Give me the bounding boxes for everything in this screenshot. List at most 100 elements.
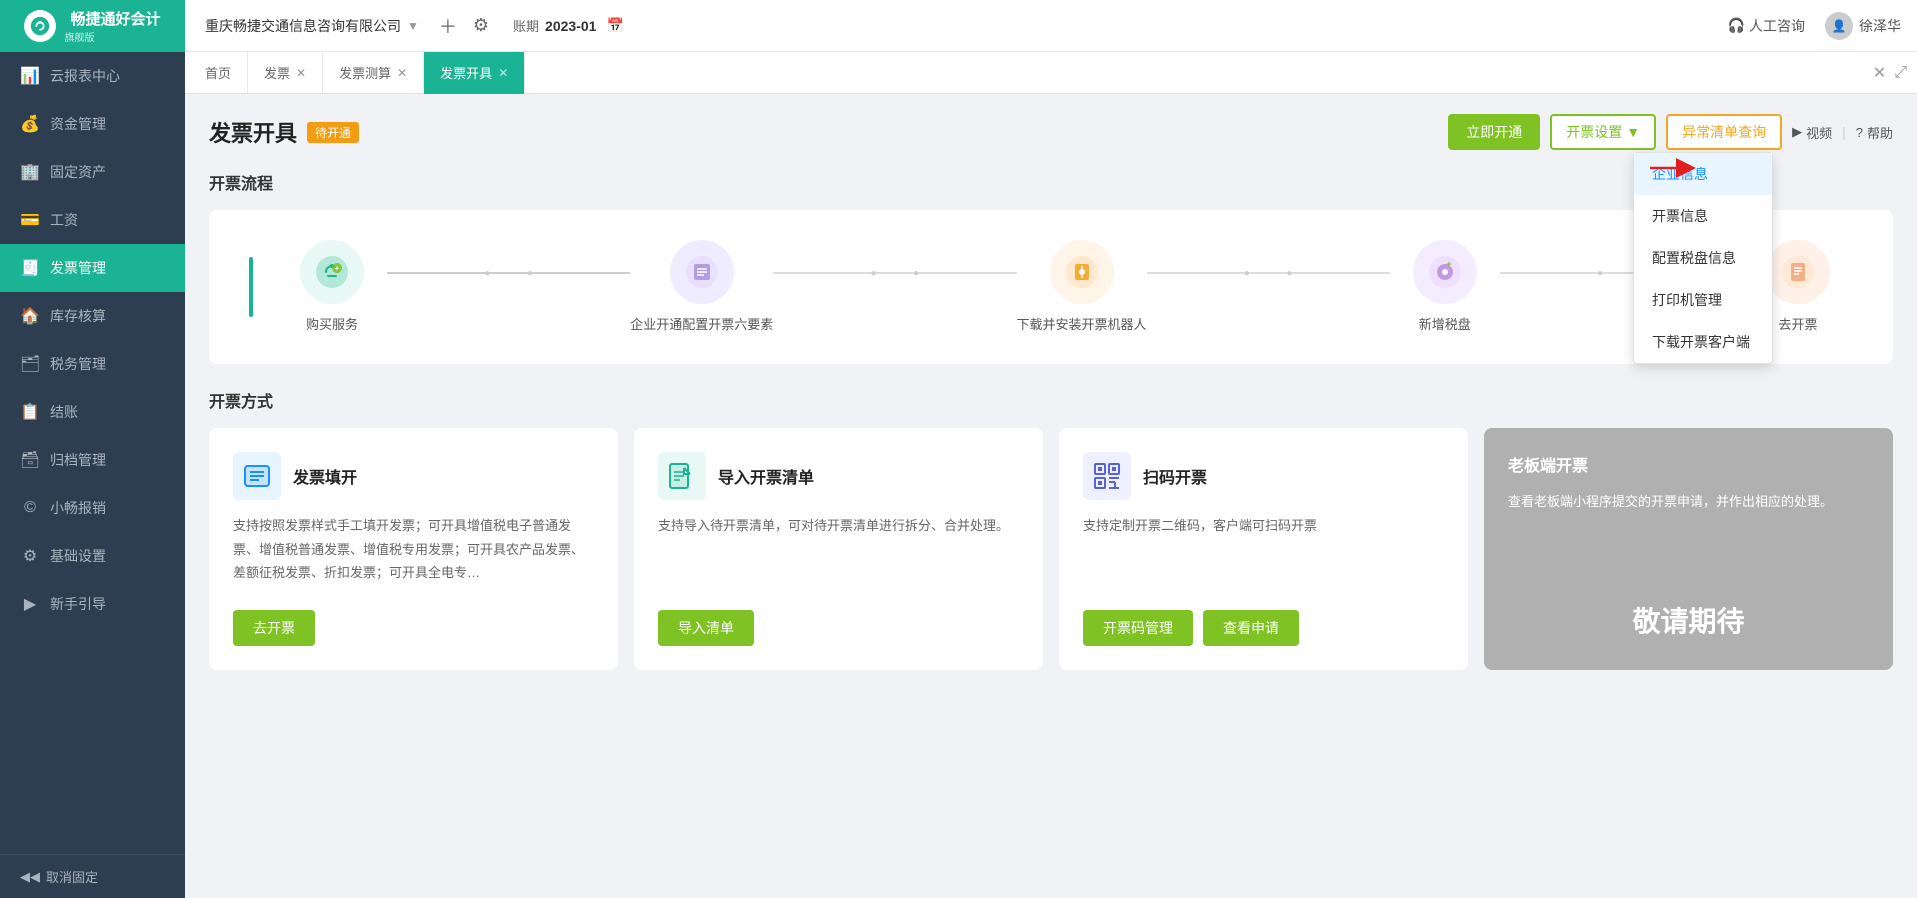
abnormal-list-button[interactable]: 异常清单查询 <box>1666 114 1782 150</box>
cancel-pin-button[interactable]: ◀◀ 取消固定 <box>0 854 185 898</box>
method-cards: 发票填开 支持按照发票样式手工填开发票；可开具增值税电子普通发票、增值税普通发票… <box>209 428 1893 670</box>
method-card-boss: 老板端开票 查看老板端小程序提交的开票申请，并作出相应的处理。 敬请期待 <box>1484 428 1893 670</box>
add-icon[interactable]: ＋ <box>439 13 457 39</box>
scan-card-title: 扫码开票 <box>1143 464 1207 488</box>
dropdown-item-invoice-info[interactable]: 开票信息 <box>1634 195 1772 237</box>
content-area: 首页 发票 ✕ 发票测算 ✕ 发票开具 ✕ ✕ ⤢ <box>185 52 1917 898</box>
status-badge: 待开通 <box>307 122 359 143</box>
question-icon: ? <box>1856 125 1863 140</box>
tab-invoice-close[interactable]: ✕ <box>296 66 306 80</box>
consult-button[interactable]: 🎧 人工咨询 <box>1728 16 1805 36</box>
cancel-label: 取消固定 <box>46 867 98 886</box>
fund-icon: 💰 <box>20 114 40 134</box>
sidebar-item-fund[interactable]: 💰 资金管理 <box>0 100 185 148</box>
fill-card-desc: 支持按照发票样式手工填开发票；可开具增值税电子普通发票、增值税普通发票、增值税专… <box>233 514 594 594</box>
method-card-scan: 扫码开票 支持定制开票二维码，客户端可扫码开票 开票码管理 查看申请 <box>1059 428 1468 670</box>
sidebar-item-payroll[interactable]: 💳 工资 <box>0 196 185 244</box>
open-now-button[interactable]: 立即开通 <box>1448 114 1540 150</box>
sidebar-item-tax[interactable]: 🗂 税务管理 <box>0 340 185 388</box>
company-dropdown-arrow: ▼ <box>407 19 419 33</box>
sidebar-item-invoice[interactable]: 🧾 发票管理 <box>0 244 185 292</box>
process-step-buy: + 购买服务 <box>277 240 387 334</box>
sidebar-item-assets[interactable]: 🏢 固定资产 <box>0 148 185 196</box>
process-left-bar <box>249 257 253 317</box>
method-card-fill-header: 发票填开 <box>233 452 594 500</box>
avatar: 👤 <box>1825 12 1853 40</box>
download-icon <box>1050 240 1114 304</box>
tab-close-button[interactable]: ✕ <box>1873 63 1886 83</box>
connector-1: ● ● <box>387 272 630 302</box>
logo-icon <box>24 10 56 42</box>
play-icon: ▶ <box>20 594 40 614</box>
assets-icon: 🏢 <box>20 162 40 182</box>
fill-card-title: 发票填开 <box>293 464 357 488</box>
sidebar: 📊 云报表中心 💰 资金管理 🏢 固定资产 💳 工资 🧾 发票管理 🏠 库存核算… <box>0 52 185 898</box>
settings-icon[interactable]: ⚙ <box>473 15 489 36</box>
method-card-import: 导入开票清单 支持导入待开票清单，可对待开票清单进行拆分、合并处理。 导入清单 <box>634 428 1043 670</box>
dropdown-item-printer[interactable]: 打印机管理 <box>1634 279 1772 321</box>
qr-manage-button[interactable]: 开票码管理 <box>1083 610 1193 646</box>
fill-invoice-icon <box>233 452 281 500</box>
scan-qr-icon <box>1083 452 1131 500</box>
tab-invoice-issue[interactable]: 发票开具 ✕ <box>424 52 525 94</box>
inventory-icon: 🏠 <box>20 306 40 326</box>
tab-invoice-calc-close[interactable]: ✕ <box>397 66 407 80</box>
sidebar-item-label: 归档管理 <box>50 450 106 470</box>
process-step-invoice-label: 去开票 <box>1779 316 1818 334</box>
invoice-open-icon <box>1766 240 1830 304</box>
dropdown-item-tax-disk[interactable]: 配置税盘信息 <box>1634 237 1772 279</box>
sidebar-item-label: 固定资产 <box>50 162 106 182</box>
view-apply-button[interactable]: 查看申请 <box>1203 610 1299 646</box>
configure-icon <box>670 240 734 304</box>
consult-label: 人工咨询 <box>1749 16 1805 36</box>
process-step-configure: 企业开通配置开票六要素 <box>630 240 773 334</box>
payroll-icon: 💳 <box>20 210 40 230</box>
sidebar-item-ledger[interactable]: 📋 结账 <box>0 388 185 436</box>
sidebar-item-archive[interactable]: 🗃 归档管理 <box>0 436 185 484</box>
sidebar-item-label: 新手引导 <box>50 594 106 614</box>
tab-expand-button[interactable]: ⤢ <box>1894 64 1907 82</box>
fill-invoice-button[interactable]: 去开票 <box>233 610 315 646</box>
sidebar-item-guide[interactable]: ▶ 新手引导 <box>0 580 185 628</box>
tax-disk-icon: + <box>1413 240 1477 304</box>
divider: | <box>1842 124 1846 140</box>
tab-home[interactable]: 首页 <box>189 52 248 94</box>
tab-invoice-calc[interactable]: 发票测算 ✕ <box>323 52 424 94</box>
sidebar-item-settings[interactable]: ⚙ 基础设置 <box>0 532 185 580</box>
dropdown-item-download-client[interactable]: 下载开票客户端 <box>1634 321 1772 363</box>
import-card-title: 导入开票清单 <box>718 464 814 488</box>
invoice-settings-button[interactable]: 开票设置 ▼ <box>1550 114 1656 150</box>
dropdown-chevron-icon: ▼ <box>1626 124 1640 140</box>
method-section-title: 开票方式 <box>209 388 1893 412</box>
sidebar-item-cloud-report[interactable]: 📊 云报表中心 <box>0 52 185 100</box>
tab-invoice[interactable]: 发票 ✕ <box>248 52 323 94</box>
sidebar-item-inventory[interactable]: 🏠 库存核算 <box>0 292 185 340</box>
help-button[interactable]: ? 帮助 <box>1856 123 1893 142</box>
top-actions: ＋ ⚙ <box>439 13 489 39</box>
gear-icon: ⚙ <box>20 546 40 566</box>
calendar-icon[interactable]: 📅 <box>606 17 623 34</box>
sidebar-item-label: 结账 <box>50 402 78 422</box>
logo-text: 畅捷通好会计 <box>70 8 160 29</box>
sidebar-item-xiaochang[interactable]: © 小畅报销 <box>0 484 185 532</box>
user-area[interactable]: 👤 徐泽华 <box>1825 12 1901 40</box>
ledger-icon: 📋 <box>20 402 40 422</box>
user-name: 徐泽华 <box>1859 16 1901 36</box>
header-actions: 立即开通 开票设置 ▼ 异常清单查询 ▶ 视频 | ? 帮助 <box>1448 114 1893 150</box>
method-card-import-header: 导入开票清单 <box>658 452 1019 500</box>
tab-invoice-calc-label: 发票测算 <box>339 63 391 82</box>
process-step-tax-label: 新增税盘 <box>1419 316 1471 334</box>
video-button[interactable]: ▶ 视频 <box>1792 123 1832 142</box>
tab-invoice-issue-close[interactable]: ✕ <box>498 66 508 80</box>
page-title: 发票开具 <box>209 116 297 148</box>
tax-icon: 🗂 <box>20 354 40 374</box>
method-section: 开票方式 <box>209 388 1893 670</box>
company-name: 重庆畅捷交通信息咨询有限公司 <box>205 16 401 36</box>
process-step-buy-label: 购买服务 <box>306 316 358 334</box>
invoice-settings-label: 开票设置 <box>1566 122 1622 142</box>
import-list-button[interactable]: 导入清单 <box>658 610 754 646</box>
method-card-boss-header: 老板端开票 <box>1508 452 1869 476</box>
svg-text:+: + <box>1446 259 1451 269</box>
tab-bar: 首页 发票 ✕ 发票测算 ✕ 发票开具 ✕ ✕ ⤢ <box>185 52 1917 94</box>
company-selector[interactable]: 重庆畅捷交通信息咨询有限公司 ▼ <box>205 16 419 36</box>
